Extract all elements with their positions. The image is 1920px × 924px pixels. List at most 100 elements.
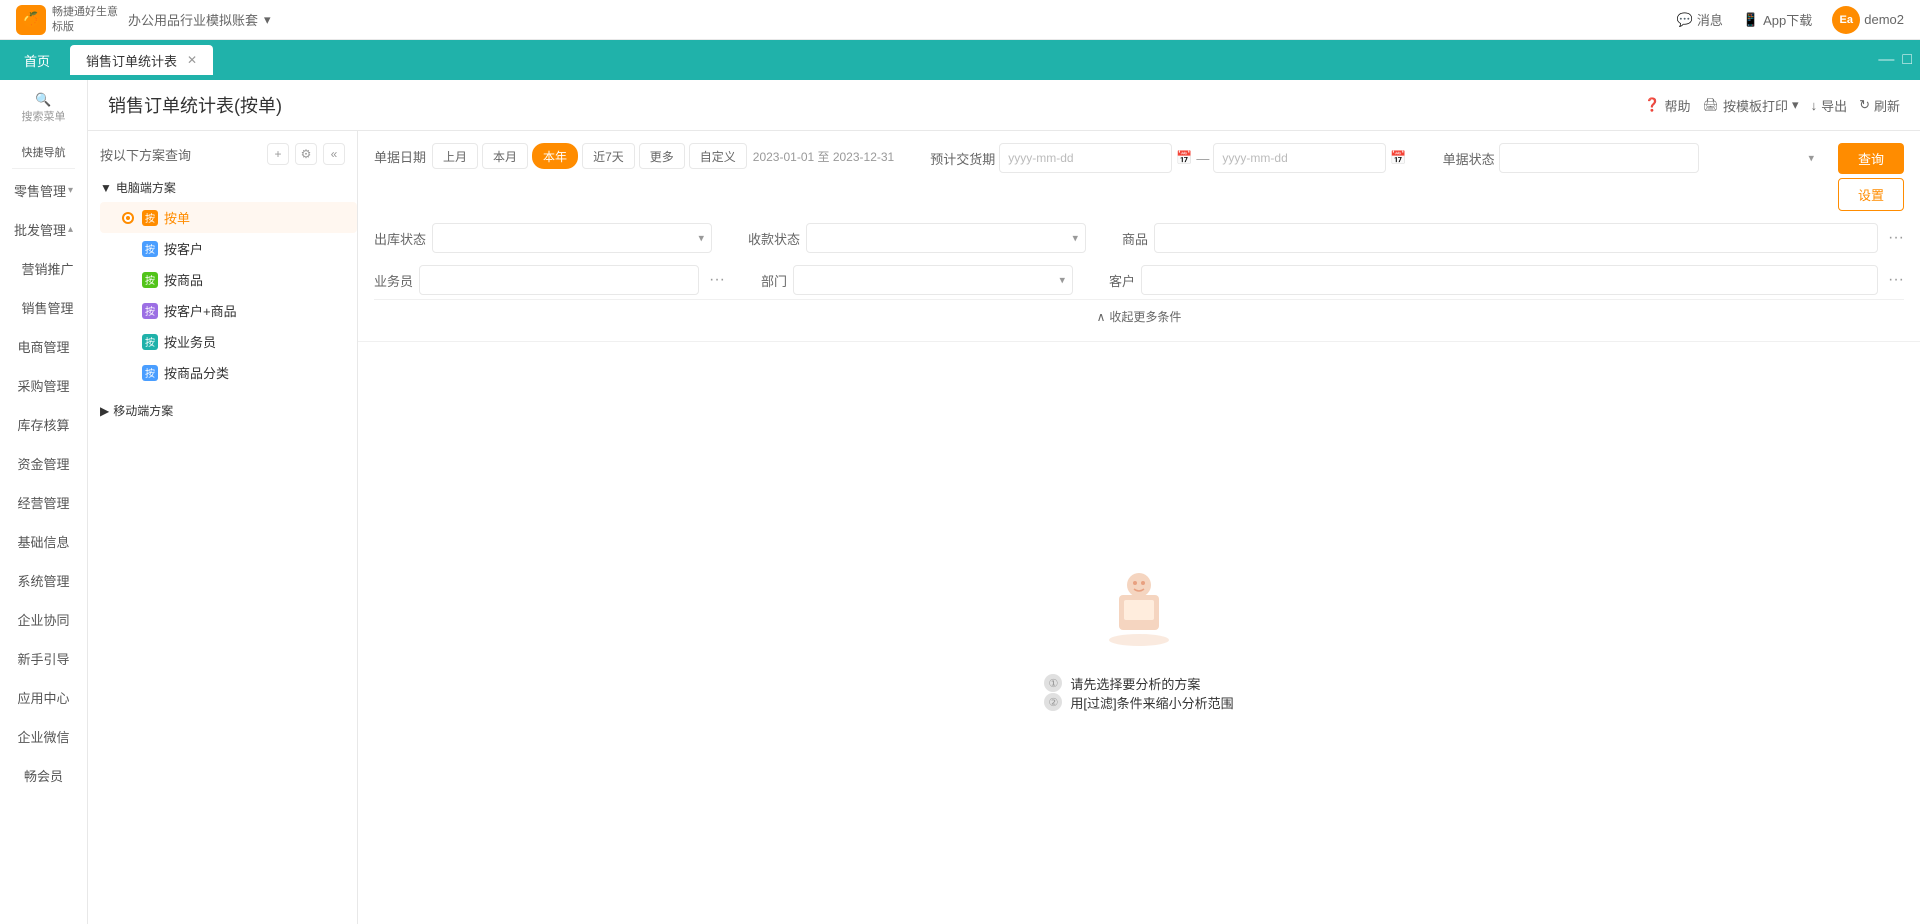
sidebar-item-member[interactable]: 畅会员 — [0, 754, 87, 793]
scheme-by-customer[interactable]: 按 按客户 — [100, 233, 357, 264]
help-btn[interactable]: ❓ 帮助 — [1644, 96, 1690, 115]
tip-num-2: ② — [1044, 693, 1062, 711]
expected-delivery-start-input[interactable] — [999, 143, 1172, 173]
breadcrumb-dropdown-icon[interactable]: ▾ — [264, 12, 271, 28]
top-bar-right: 💬 消息 📱 App下载 Ea demo2 — [1677, 6, 1904, 34]
more-btn[interactable]: 更多 — [639, 143, 685, 169]
sidebar-item-system[interactable]: 系统管理 — [0, 559, 87, 598]
delivery-status-filter: 出库状态 — [374, 223, 712, 253]
message-icon: 💬 — [1677, 12, 1693, 28]
sidebar-item-app-center[interactable]: 应用中心 — [0, 676, 87, 715]
filter-row-3: 业务员 ··· 部门 — [374, 265, 1904, 295]
sidebar-item-retail[interactable]: 零售管理 ▾ — [0, 169, 87, 208]
sidebar-item-new-guide[interactable]: 新手引导 — [0, 637, 87, 676]
sidebar-search[interactable]: 🔍 搜索菜单 — [0, 80, 87, 132]
pc-group-title[interactable]: ▼ 电脑端方案 — [100, 173, 357, 202]
this-year-btn[interactable]: 本年 — [532, 143, 578, 169]
top-bar-left: 🍊 畅捷通好生意 标版 办公用品行业模拟账套 ▾ — [16, 5, 271, 35]
filter-row-1: 单据日期 上月 本月 本年 近7天 更多 自定义 2023-01-01 至 20… — [374, 143, 1904, 211]
tab-close-icon[interactable]: ✕ — [187, 53, 197, 67]
pc-scheme-group: ▼ 电脑端方案 按 按单 按 按客户 按 — [88, 173, 357, 388]
customer-input[interactable] — [1141, 265, 1878, 295]
download-icon: 📱 — [1743, 12, 1759, 28]
empty-illustration — [1089, 555, 1189, 658]
sidebar-item-marketing[interactable]: 营销推广 — [8, 247, 87, 286]
scheme-by-salesperson[interactable]: 按 按业务员 — [100, 326, 357, 357]
help-icon: ❓ — [1644, 97, 1660, 113]
left-panel-icons: + ⚙ « — [267, 143, 345, 165]
avatar: Ea — [1832, 6, 1860, 34]
tab-bar-actions: — □ — [1878, 51, 1912, 69]
sidebar-item-basic-info[interactable]: 基础信息 — [0, 520, 87, 559]
salesperson-filter: 业务员 ··· — [374, 265, 725, 295]
collapse-panel-btn[interactable]: « — [323, 143, 345, 165]
left-panel-header: 按以下方案查询 + ⚙ « — [88, 143, 357, 173]
sidebar-quick-nav[interactable]: 快捷导航 — [0, 132, 87, 168]
scheme-by-order[interactable]: 按 按单 — [100, 202, 357, 233]
payment-status-select[interactable] — [806, 223, 1086, 253]
tab-minimize-btn[interactable]: — — [1878, 51, 1894, 69]
sidebar-item-operations[interactable]: 经营管理 — [0, 481, 87, 520]
filter-area: 单据日期 上月 本月 本年 近7天 更多 自定义 2023-01-01 至 20… — [358, 131, 1920, 342]
template-print-btn[interactable]: 🖨 按模板打印 ▾ — [1703, 96, 1799, 115]
expected-delivery-end-input[interactable] — [1213, 143, 1386, 173]
customer-dots-btn[interactable]: ··· — [1888, 271, 1904, 289]
action-buttons: 查询 设置 — [1838, 143, 1904, 211]
goods-input[interactable] — [1154, 223, 1878, 253]
query-btn[interactable]: 查询 — [1838, 143, 1904, 174]
sidebar-item-wholesale[interactable]: 批发管理 ▴ — [0, 208, 87, 247]
salesperson-input[interactable] — [419, 265, 699, 295]
logo-icon: 🍊 — [16, 5, 46, 35]
scheme-by-goods-cat[interactable]: 按 按商品分类 — [100, 357, 357, 388]
doc-status-select[interactable] — [1499, 143, 1699, 173]
scheme-icon-order: 按 — [142, 210, 158, 226]
collapse-filter-btn[interactable]: ∧ 收起更多条件 — [374, 299, 1904, 329]
add-scheme-btn[interactable]: + — [267, 143, 289, 165]
sidebar-item-ecommerce[interactable]: 电商管理 — [0, 325, 87, 364]
print-dropdown-icon[interactable]: ▾ — [1792, 97, 1799, 113]
refresh-btn[interactable]: ↻ 刷新 — [1859, 96, 1900, 115]
this-month-btn[interactable]: 本月 — [482, 143, 528, 169]
delivery-status-select[interactable] — [432, 223, 712, 253]
department-select[interactable] — [793, 265, 1073, 295]
mobile-group-title[interactable]: ▶ 移动端方案 — [100, 396, 357, 425]
settings-scheme-btn[interactable]: ⚙ — [295, 143, 317, 165]
breadcrumb[interactable]: 办公用品行业模拟账套 ▾ — [128, 10, 271, 29]
customer-filter: 客户 ··· — [1109, 265, 1904, 295]
calendar-end-icon[interactable]: 📅 — [1390, 150, 1406, 166]
export-btn[interactable]: ↓ 导出 — [1811, 96, 1848, 115]
calendar-start-icon[interactable]: 📅 — [1176, 150, 1192, 166]
sidebar-item-finance[interactable]: 资金管理 — [0, 442, 87, 481]
custom-btn[interactable]: 自定义 — [689, 143, 747, 169]
page-actions: ❓ 帮助 🖨 按模板打印 ▾ ↓ 导出 ↻ 刷新 — [1644, 96, 1900, 127]
top-bar: 🍊 畅捷通好生意 标版 办公用品行业模拟账套 ▾ 💬 消息 📱 App下载 Ea… — [0, 0, 1920, 40]
salesperson-dots-btn[interactable]: ··· — [709, 271, 725, 289]
scheme-by-goods[interactable]: 按 按商品 — [100, 264, 357, 295]
goods-dots-btn[interactable]: ··· — [1888, 229, 1904, 247]
sidebar-item-purchase[interactable]: 采购管理 — [0, 364, 87, 403]
settings-btn[interactable]: 设置 — [1838, 178, 1904, 211]
tab-maximize-btn[interactable]: □ — [1902, 51, 1912, 69]
sidebar-item-sales[interactable]: 销售管理 — [8, 286, 87, 325]
collapse-icon: ∧ — [1097, 310, 1106, 324]
scheme-icon-salesperson: 按 — [142, 334, 158, 350]
sidebar-item-inventory[interactable]: 库存核算 — [0, 403, 87, 442]
tab-home[interactable]: 首页 — [8, 45, 66, 75]
last-7-days-btn[interactable]: 近7天 — [582, 143, 635, 169]
empty-tip-1: ① 请先选择要分析的方案 — [1044, 674, 1233, 693]
app-download-btn[interactable]: 📱 App下载 — [1743, 10, 1812, 29]
print-icon: 🖨 — [1703, 97, 1720, 113]
message-btn[interactable]: 💬 消息 — [1677, 10, 1723, 29]
breadcrumb-text: 办公用品行业模拟账套 — [128, 10, 258, 29]
search-icon: 🔍 — [35, 92, 51, 107]
sidebar: 🔍 搜索菜单 快捷导航 零售管理 ▾ 批发管理 ▴ 营销推广 销售管理 电商管理… — [0, 80, 88, 924]
user-area[interactable]: Ea demo2 — [1832, 6, 1904, 34]
sidebar-item-corp-wechat[interactable]: 企业微信 — [0, 715, 87, 754]
export-icon: ↓ — [1811, 98, 1818, 113]
scheme-by-cust-goods[interactable]: 按 按客户+商品 — [100, 295, 357, 326]
last-month-btn[interactable]: 上月 — [432, 143, 478, 169]
sidebar-item-corp-collab[interactable]: 企业协同 — [0, 598, 87, 637]
date-filter: 单据日期 上月 本月 本年 近7天 更多 自定义 2023-01-01 至 20… — [374, 143, 894, 169]
tab-sales-order-stats[interactable]: 销售订单统计表 ✕ — [70, 45, 213, 75]
filter-row-2: 出库状态 收款状态 — [374, 223, 1904, 253]
